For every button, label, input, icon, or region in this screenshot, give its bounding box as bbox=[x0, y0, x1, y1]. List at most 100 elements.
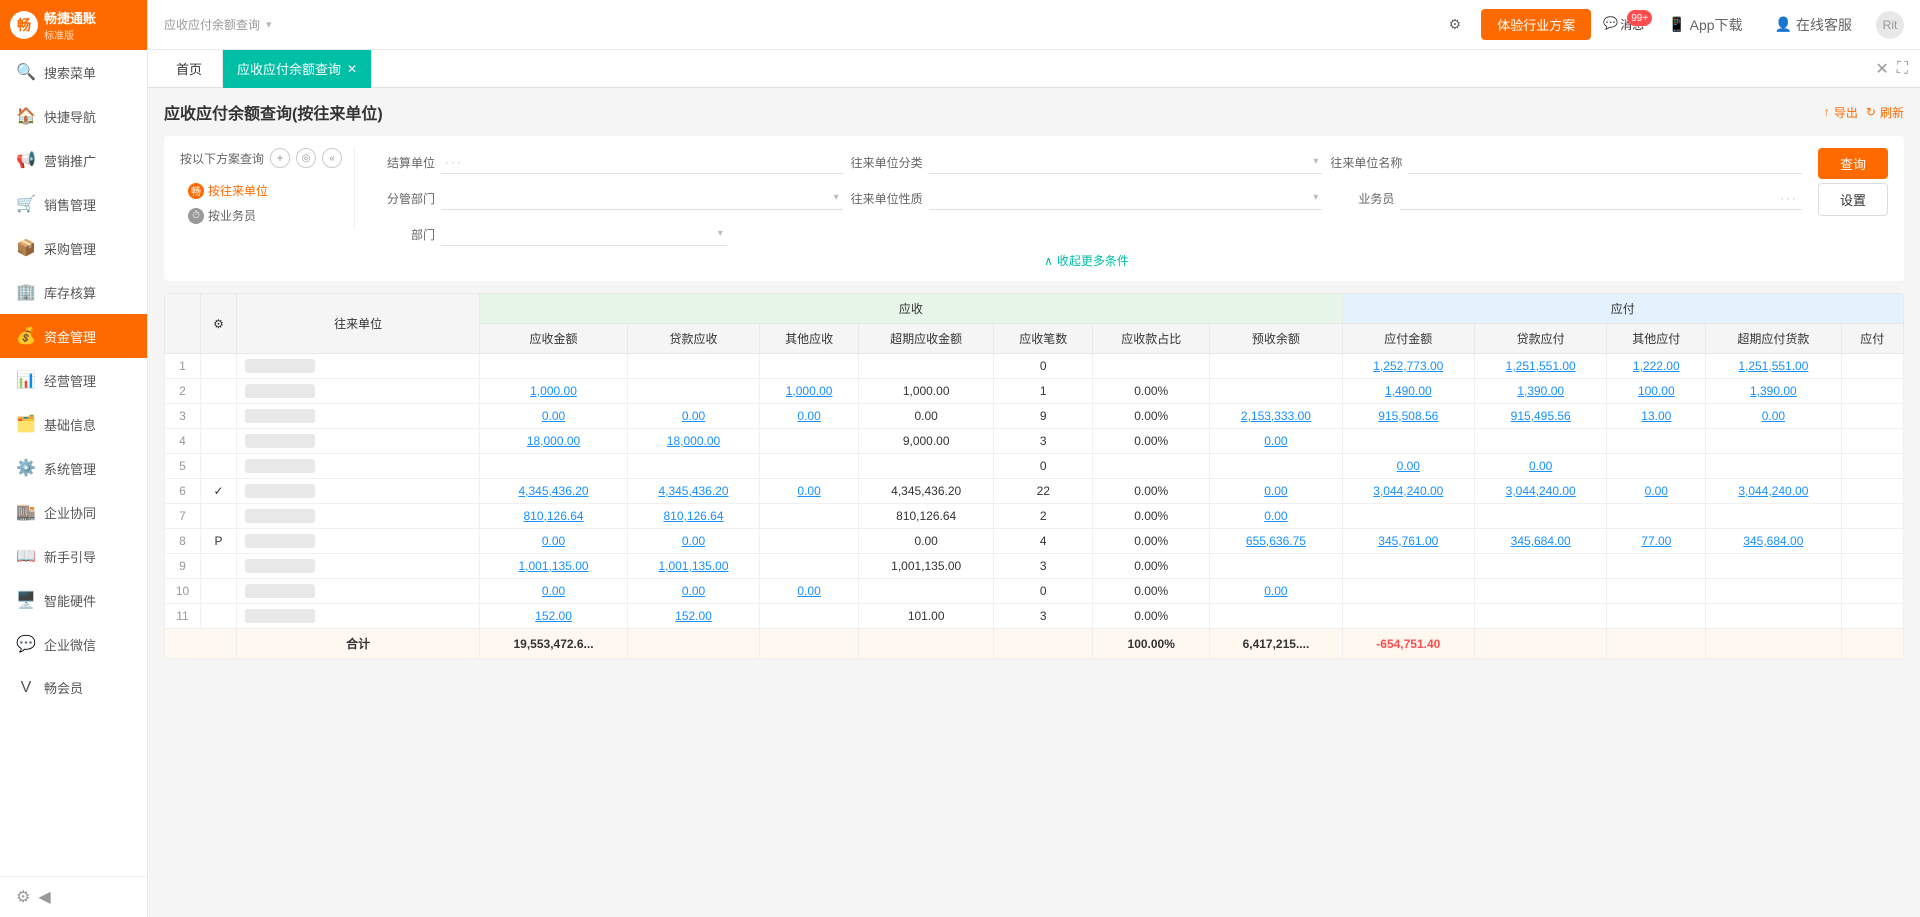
cell-val[interactable]: 1,251,551.00 bbox=[1706, 354, 1841, 379]
sidebar-item-inventory[interactable]: 🏢 库存核算 bbox=[0, 270, 147, 314]
cell-val[interactable]: 152.00 bbox=[480, 604, 628, 629]
cell-val[interactable]: 13.00 bbox=[1607, 404, 1706, 429]
sidebar-item-operations[interactable]: 📊 经营管理 bbox=[0, 358, 147, 402]
cell-val[interactable]: 4,345,436.20 bbox=[480, 479, 628, 504]
cell-val[interactable]: 1,390.00 bbox=[1475, 379, 1607, 404]
cell-val[interactable]: 1,000.00 bbox=[480, 379, 628, 404]
app-download-btn[interactable]: 📱 App下载 bbox=[1660, 11, 1750, 39]
unit-nature-input[interactable]: ▾ bbox=[929, 186, 1323, 210]
cell-val[interactable]: 1,222.00 bbox=[1607, 354, 1706, 379]
sidebar-item-sales[interactable]: 🛒 销售管理 bbox=[0, 182, 147, 226]
footer-ar-advance[interactable]: 6,417,215.... bbox=[1210, 629, 1342, 659]
scheme-by-salesperson[interactable]: ⏱ 按业务员 bbox=[180, 203, 342, 228]
unit-name-input[interactable] bbox=[1408, 150, 1802, 174]
cell-val[interactable]: 0.00 bbox=[1210, 504, 1342, 529]
cell-val[interactable]: 1,251,551.00 bbox=[1475, 354, 1607, 379]
scheme-by-unit[interactable]: 畅 按往来单位 bbox=[180, 178, 342, 203]
tab-close-window-icon[interactable]: ✕ bbox=[1875, 59, 1888, 79]
plan-btn[interactable]: 体验行业方案 bbox=[1481, 9, 1591, 40]
cell-val[interactable]: 655,636.75 bbox=[1210, 529, 1342, 554]
tab-arbalance[interactable]: 应收应付余额查询 ✕ bbox=[223, 50, 372, 88]
fen-dept-input[interactable]: ▾ bbox=[441, 186, 843, 210]
cell-val[interactable]: 3,044,240.00 bbox=[1475, 479, 1607, 504]
sidebar-item-wechat[interactable]: 💬 企业微信 bbox=[0, 622, 147, 666]
jiesuan-input[interactable]: ··· bbox=[441, 150, 843, 174]
cell-val[interactable]: 0.00 bbox=[480, 529, 628, 554]
sidebar: 畅 畅捷通账 标准版 🔍 搜索菜单 🏠 快捷导航 📢 营销推广 🛒 销售管理 📦… bbox=[0, 0, 148, 917]
cell-val[interactable]: 18,000.00 bbox=[627, 429, 759, 454]
sidebar-item-vip[interactable]: V 畅会员 bbox=[0, 666, 147, 709]
tab-close-icon[interactable]: ✕ bbox=[347, 62, 357, 76]
sidebar-item-guide[interactable]: 📖 新手引导 bbox=[0, 534, 147, 578]
setting-btn[interactable]: 设置 bbox=[1818, 183, 1888, 216]
cell-val[interactable]: 345,761.00 bbox=[1342, 529, 1474, 554]
cell-val[interactable]: 1,390.00 bbox=[1706, 379, 1841, 404]
collapse-more-btn[interactable]: ∧ 收起更多条件 bbox=[371, 252, 1802, 269]
cell-val[interactable]: 1,001,135.00 bbox=[627, 554, 759, 579]
th-settings[interactable]: ⚙ bbox=[201, 294, 237, 354]
tab-expand-icon[interactable]: ⛶ bbox=[1897, 60, 1908, 78]
message-btn-wrap[interactable]: 💬 消息 99+ bbox=[1603, 16, 1644, 33]
cell-val[interactable]: 0.00 bbox=[1607, 479, 1706, 504]
cell-val[interactable]: 1,000.00 bbox=[760, 379, 859, 404]
cell-val[interactable]: 4,345,436.20 bbox=[627, 479, 759, 504]
cell-val[interactable]: 1,252,773.00 bbox=[1342, 354, 1474, 379]
cell-val[interactable]: 0.00 bbox=[1342, 454, 1474, 479]
sidebar-item-system[interactable]: ⚙️ 系统管理 bbox=[0, 446, 147, 490]
cell-val[interactable]: 100.00 bbox=[1607, 379, 1706, 404]
refresh-btn[interactable]: ↻ 刷新 bbox=[1866, 104, 1904, 121]
cell-val[interactable]: 0.00 bbox=[627, 404, 759, 429]
dept-input[interactable]: ▾ bbox=[441, 222, 727, 246]
cell-val[interactable]: 345,684.00 bbox=[1475, 529, 1607, 554]
cell-val[interactable]: 345,684.00 bbox=[1706, 529, 1841, 554]
cell-check bbox=[201, 379, 237, 404]
service-btn[interactable]: 👤 在线客服 bbox=[1767, 11, 1860, 39]
collapse-sidebar-icon[interactable]: ◀ bbox=[38, 887, 50, 907]
cell-val[interactable]: 3,044,240.00 bbox=[1706, 479, 1841, 504]
cell-val[interactable]: 0.00 bbox=[627, 579, 759, 604]
query-btn[interactable]: 查询 bbox=[1818, 148, 1888, 179]
sidebar-item-marketing[interactable]: 📢 营销推广 bbox=[0, 138, 147, 182]
settings-bottom-icon[interactable]: ⚙ bbox=[16, 887, 30, 907]
cell-val[interactable]: 0.00 bbox=[480, 579, 628, 604]
cell-val[interactable]: 2,153,333.00 bbox=[1210, 404, 1342, 429]
cell-val[interactable]: 1,490.00 bbox=[1342, 379, 1474, 404]
cell-val[interactable]: 0.00 bbox=[760, 404, 859, 429]
cell-val[interactable]: 77.00 bbox=[1607, 529, 1706, 554]
sidebar-item-search[interactable]: 🔍 搜索菜单 bbox=[0, 50, 147, 94]
header-settings-btn[interactable]: ⚙ bbox=[1441, 12, 1470, 37]
sidebar-item-basic[interactable]: 🗂️ 基础信息 bbox=[0, 402, 147, 446]
cell-val[interactable]: 0.00 bbox=[1210, 479, 1342, 504]
cell-val[interactable]: 915,495.56 bbox=[1475, 404, 1607, 429]
filter-collapse-btn[interactable]: « bbox=[322, 148, 342, 168]
cell-val[interactable]: 0.00 bbox=[760, 479, 859, 504]
export-btn[interactable]: ↑ 导出 bbox=[1824, 104, 1858, 121]
sidebar-item-hardware[interactable]: 🖥️ 智能硬件 bbox=[0, 578, 147, 622]
cell-val[interactable]: 0.00 bbox=[1475, 454, 1607, 479]
salesperson-input[interactable]: ··· bbox=[1400, 186, 1802, 210]
table-settings-icon[interactable]: ⚙ bbox=[213, 317, 224, 331]
cell-val[interactable]: 0.00 bbox=[1210, 579, 1342, 604]
cell-val[interactable]: 810,126.64 bbox=[627, 504, 759, 529]
cell-val[interactable]: 3,044,240.00 bbox=[1342, 479, 1474, 504]
user-avatar[interactable]: Rit bbox=[1876, 11, 1904, 39]
cell-val[interactable]: 0.00 bbox=[627, 529, 759, 554]
cell-val[interactable]: 152.00 bbox=[627, 604, 759, 629]
footer-ar-amount[interactable]: 19,553,472.6... bbox=[480, 629, 628, 659]
filter-add-btn[interactable]: + bbox=[270, 148, 290, 168]
cell-val[interactable]: 810,126.64 bbox=[480, 504, 628, 529]
sidebar-item-purchase[interactable]: 📦 采购管理 bbox=[0, 226, 147, 270]
tab-home[interactable]: 首页 bbox=[156, 50, 223, 88]
cell-val[interactable]: 0.00 bbox=[1210, 429, 1342, 454]
unit-category-input[interactable]: ▾ bbox=[929, 150, 1323, 174]
sidebar-item-corp[interactable]: 🏬 企业协同 bbox=[0, 490, 147, 534]
filter-mode-btn[interactable]: ◎ bbox=[296, 148, 316, 168]
sidebar-item-finance[interactable]: 💰 资金管理 bbox=[0, 314, 147, 358]
cell-val[interactable]: 18,000.00 bbox=[480, 429, 628, 454]
cell-val[interactable]: 0.00 bbox=[1706, 404, 1841, 429]
cell-val[interactable]: 0.00 bbox=[760, 579, 859, 604]
cell-val[interactable]: 1,001,135.00 bbox=[480, 554, 628, 579]
cell-val[interactable]: 915,508.56 bbox=[1342, 404, 1474, 429]
sidebar-item-quicknav[interactable]: 🏠 快捷导航 bbox=[0, 94, 147, 138]
cell-val[interactable]: 0.00 bbox=[480, 404, 628, 429]
